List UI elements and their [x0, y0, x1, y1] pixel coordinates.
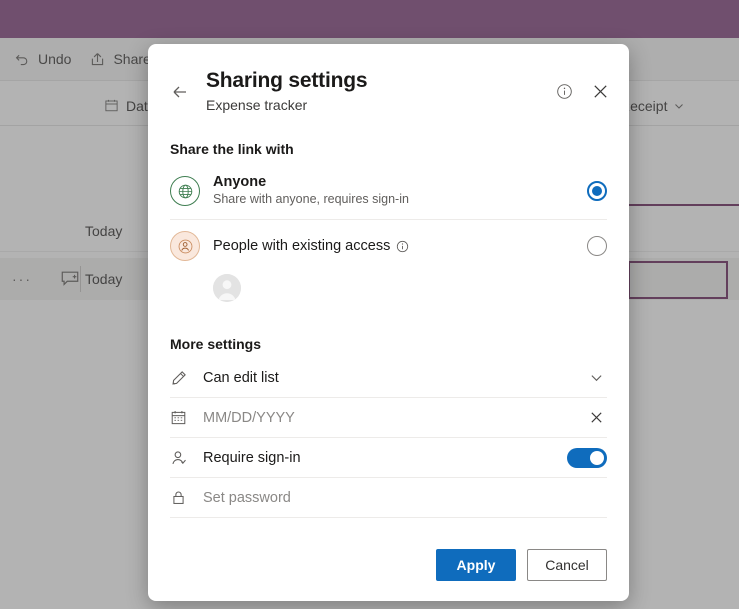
avatar[interactable] [213, 274, 241, 302]
clear-x-icon[interactable] [585, 410, 607, 425]
share-option-existing-access-text: People with existing access [213, 238, 587, 254]
setting-require-sign-in-label: Require sign-in [203, 450, 567, 466]
share-link-section-label: Share the link with [170, 141, 607, 157]
setting-expiration-date-value[interactable]: MM/DD/YYYY [203, 410, 585, 426]
setting-expiration-date[interactable]: MM/DD/YYYY [170, 398, 607, 438]
close-button[interactable] [589, 80, 611, 102]
calendar-icon [170, 409, 192, 426]
share-option-existing-access-title: People with existing access [213, 238, 390, 254]
dialog-header-actions [553, 80, 611, 102]
share-option-existing-access[interactable]: People with existing access [170, 220, 607, 272]
setting-set-password[interactable]: Set password [170, 478, 607, 518]
cancel-button[interactable]: Cancel [527, 549, 607, 581]
radio-existing-access[interactable] [587, 236, 607, 256]
setting-require-sign-in[interactable]: Require sign-in [170, 438, 607, 478]
existing-access-avatars [170, 272, 607, 308]
dialog-body: Share the link with Anyone Share with an… [148, 113, 629, 533]
arrow-left-icon [170, 82, 190, 102]
setting-set-password-value[interactable]: Set password [203, 490, 585, 506]
person-access-icon [170, 231, 200, 261]
person-silhouette-icon [213, 274, 241, 302]
back-button[interactable] [170, 82, 190, 102]
dialog-title: Sharing settings [206, 68, 607, 94]
setting-permission-level[interactable]: Can edit list [170, 358, 607, 398]
dialog-title-block: Sharing settings Expense tracker [206, 68, 607, 113]
person-check-icon [170, 449, 192, 467]
chevron-down-icon[interactable] [585, 371, 607, 384]
setting-permission-level-label: Can edit list [203, 370, 585, 386]
lock-icon [170, 489, 192, 506]
info-button[interactable] [553, 80, 575, 102]
radio-anyone[interactable] [587, 181, 607, 201]
apply-button[interactable]: Apply [436, 549, 516, 581]
share-option-anyone-description: Share with anyone, requires sign-in [213, 192, 409, 206]
share-option-existing-access-title-wrap: People with existing access [213, 238, 587, 254]
info-icon [556, 83, 573, 100]
pencil-edit-icon [170, 369, 192, 387]
close-icon [591, 82, 610, 101]
more-settings-label: More settings [170, 336, 607, 352]
toggle-require-sign-in[interactable] [567, 448, 607, 468]
sharing-settings-dialog: Sharing settings Expense tracker [148, 44, 629, 601]
share-option-anyone[interactable]: Anyone Share with anyone, requires sign-… [170, 163, 607, 220]
dialog-subtitle: Expense tracker [206, 97, 607, 113]
info-icon[interactable] [396, 240, 409, 253]
app-root: Undo Share Date [0, 0, 739, 609]
dialog-footer: Apply Cancel [148, 533, 629, 601]
globe-icon [170, 176, 200, 206]
share-option-anyone-text: Anyone Share with anyone, requires sign-… [213, 174, 587, 208]
dialog-header: Sharing settings Expense tracker [148, 44, 629, 113]
share-option-anyone-title: Anyone [213, 174, 587, 190]
